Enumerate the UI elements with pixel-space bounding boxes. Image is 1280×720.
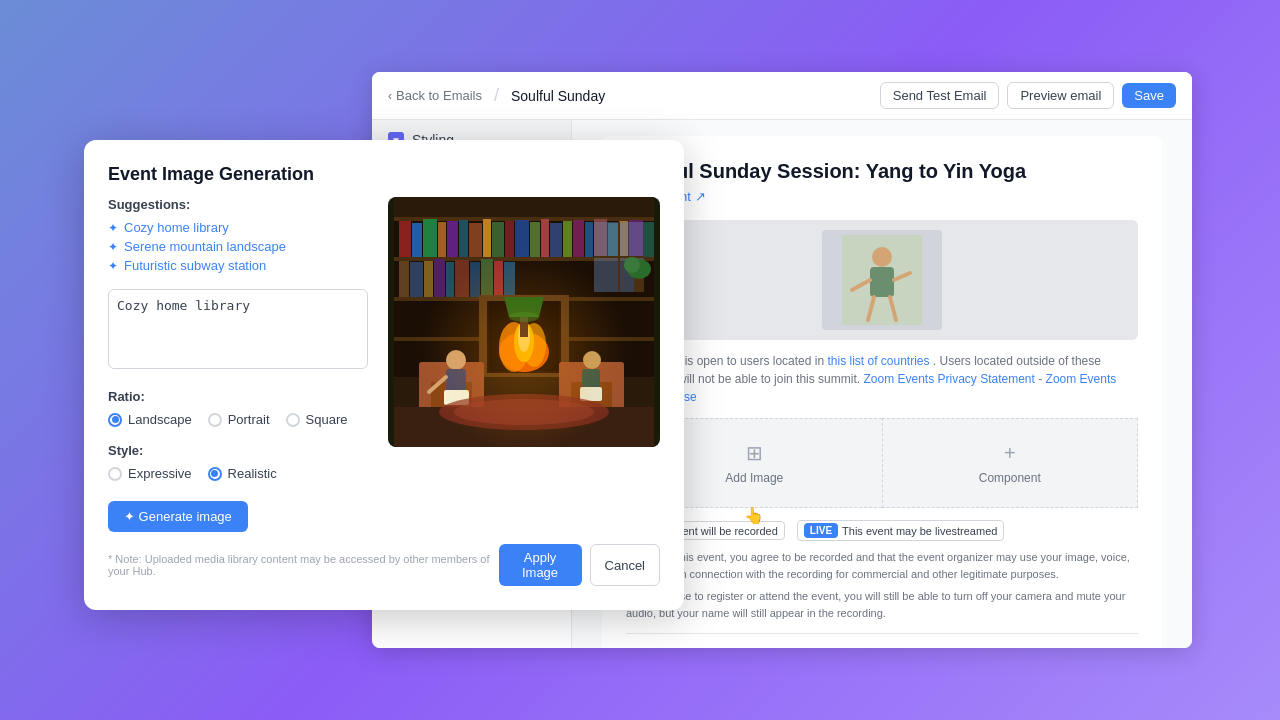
yoga-image — [822, 230, 942, 330]
add-component-box[interactable]: + Component — [882, 418, 1139, 508]
modal-right-panel — [388, 197, 660, 532]
ratio-portrait[interactable]: Portrait — [208, 412, 270, 427]
ticket-name: General Admission — [626, 646, 744, 648]
recording-row: ▣ This event will be recorded LIVE This … — [626, 520, 1138, 541]
sparkle-icon-1: ✦ — [108, 221, 118, 235]
sparkle-icon-3: ✦ — [108, 259, 118, 273]
style-realistic[interactable]: Realistic — [208, 466, 277, 481]
svg-point-1 — [872, 247, 892, 267]
save-button[interactable]: Save — [1122, 83, 1176, 108]
radio-landscape-circle — [108, 413, 122, 427]
modal-note: * Note: Uploaded media library content m… — [108, 553, 499, 577]
radio-square-circle — [286, 413, 300, 427]
back-chevron-icon: ‹ — [388, 89, 392, 103]
hero-image — [626, 220, 1138, 340]
external-link-icon: ↗ — [695, 189, 706, 204]
preview-card: Soulful Sunday Session: Yang to Yin Yoga… — [602, 136, 1162, 648]
add-component-label: Component — [979, 471, 1041, 485]
modal-title: Event Image Generation — [108, 164, 660, 185]
modal-content: Suggestions: ✦ Cozy home library ✦ Seren… — [108, 197, 660, 532]
style-section: Style: Expressive Realistic — [108, 443, 368, 481]
sparkle-icon-2: ✦ — [108, 240, 118, 254]
add-image-label: Add Image — [725, 471, 783, 485]
ratio-section: Ratio: Landscape Portrait Square — [108, 389, 368, 427]
apply-image-button[interactable]: Apply Image — [499, 544, 582, 586]
modal-footer-buttons: Apply Image Cancel — [499, 544, 660, 586]
preview-email-button[interactable]: Preview email — [1007, 82, 1114, 109]
privacy-link[interactable]: Zoom Events Privacy Statement — [863, 372, 1034, 386]
editor-header: ‹ Back to Emails / Soulful Sunday Send T… — [372, 72, 1192, 120]
radio-portrait-circle — [208, 413, 222, 427]
svg-rect-2 — [870, 267, 894, 297]
style-radio-group: Expressive Realistic — [108, 466, 368, 481]
suggestion-3[interactable]: ✦ Futuristic subway station — [108, 258, 368, 273]
live-badge: LIVE This event may be livestreamed — [797, 520, 1005, 541]
generated-image — [388, 197, 660, 447]
view-event-link[interactable]: View Event ↗ — [626, 189, 1138, 204]
back-label: Back to Emails — [396, 88, 482, 103]
style-expressive[interactable]: Expressive — [108, 466, 192, 481]
ratio-label: Ratio: — [108, 389, 368, 404]
ratio-landscape[interactable]: Landscape — [108, 412, 192, 427]
event-info-text: This event is open to users located in t… — [626, 352, 1138, 406]
event-title: Soulful Sunday Session: Yang to Yin Yoga — [626, 160, 1138, 183]
editor-actions: Send Test Email Preview email Save — [880, 82, 1176, 109]
cursor-hand-icon: 👆 — [744, 506, 764, 525]
suggestion-2[interactable]: ✦ Serene mountain landscape — [108, 239, 368, 254]
send-test-button[interactable]: Send Test Email — [880, 82, 1000, 109]
prompt-textarea[interactable]: Cozy home library — [108, 289, 368, 369]
add-component-icon: + — [1004, 442, 1016, 465]
modal-footer: * Note: Uploaded media library content m… — [108, 544, 660, 586]
generate-image-button[interactable]: ✦ Generate image — [108, 501, 248, 532]
add-image-icon: ⊞ — [746, 441, 763, 465]
image-generation-modal: Event Image Generation Suggestions: ✦ Co… — [84, 140, 684, 610]
radio-expressive-circle — [108, 467, 122, 481]
ratio-square[interactable]: Square — [286, 412, 348, 427]
ticket-row: General Admission My Ticket Free — [626, 633, 1138, 648]
live-label: LIVE — [804, 523, 838, 538]
ratio-radio-group: Landscape Portrait Square — [108, 412, 368, 427]
countries-link[interactable]: this list of countries — [827, 354, 929, 368]
title-separator: / — [494, 85, 499, 106]
add-content-section: ⊞ Add Image 👆 + Component — [626, 418, 1138, 508]
consent-text: By joining this event, you agree to be r… — [626, 549, 1138, 621]
ticket-info: General Admission My Ticket — [626, 646, 744, 648]
library-scene-svg — [388, 197, 660, 447]
radio-realistic-circle — [208, 467, 222, 481]
cancel-button[interactable]: Cancel — [590, 544, 660, 586]
suggestions-label: Suggestions: — [108, 197, 368, 212]
editor-title: Soulful Sunday — [511, 88, 605, 104]
style-label: Style: — [108, 443, 368, 458]
yoga-figure-svg — [842, 235, 922, 325]
back-to-emails-link[interactable]: ‹ Back to Emails — [388, 88, 482, 103]
suggestion-1[interactable]: ✦ Cozy home library — [108, 220, 368, 235]
modal-left-panel: Suggestions: ✦ Cozy home library ✦ Seren… — [108, 197, 368, 532]
svg-point-83 — [624, 257, 640, 273]
